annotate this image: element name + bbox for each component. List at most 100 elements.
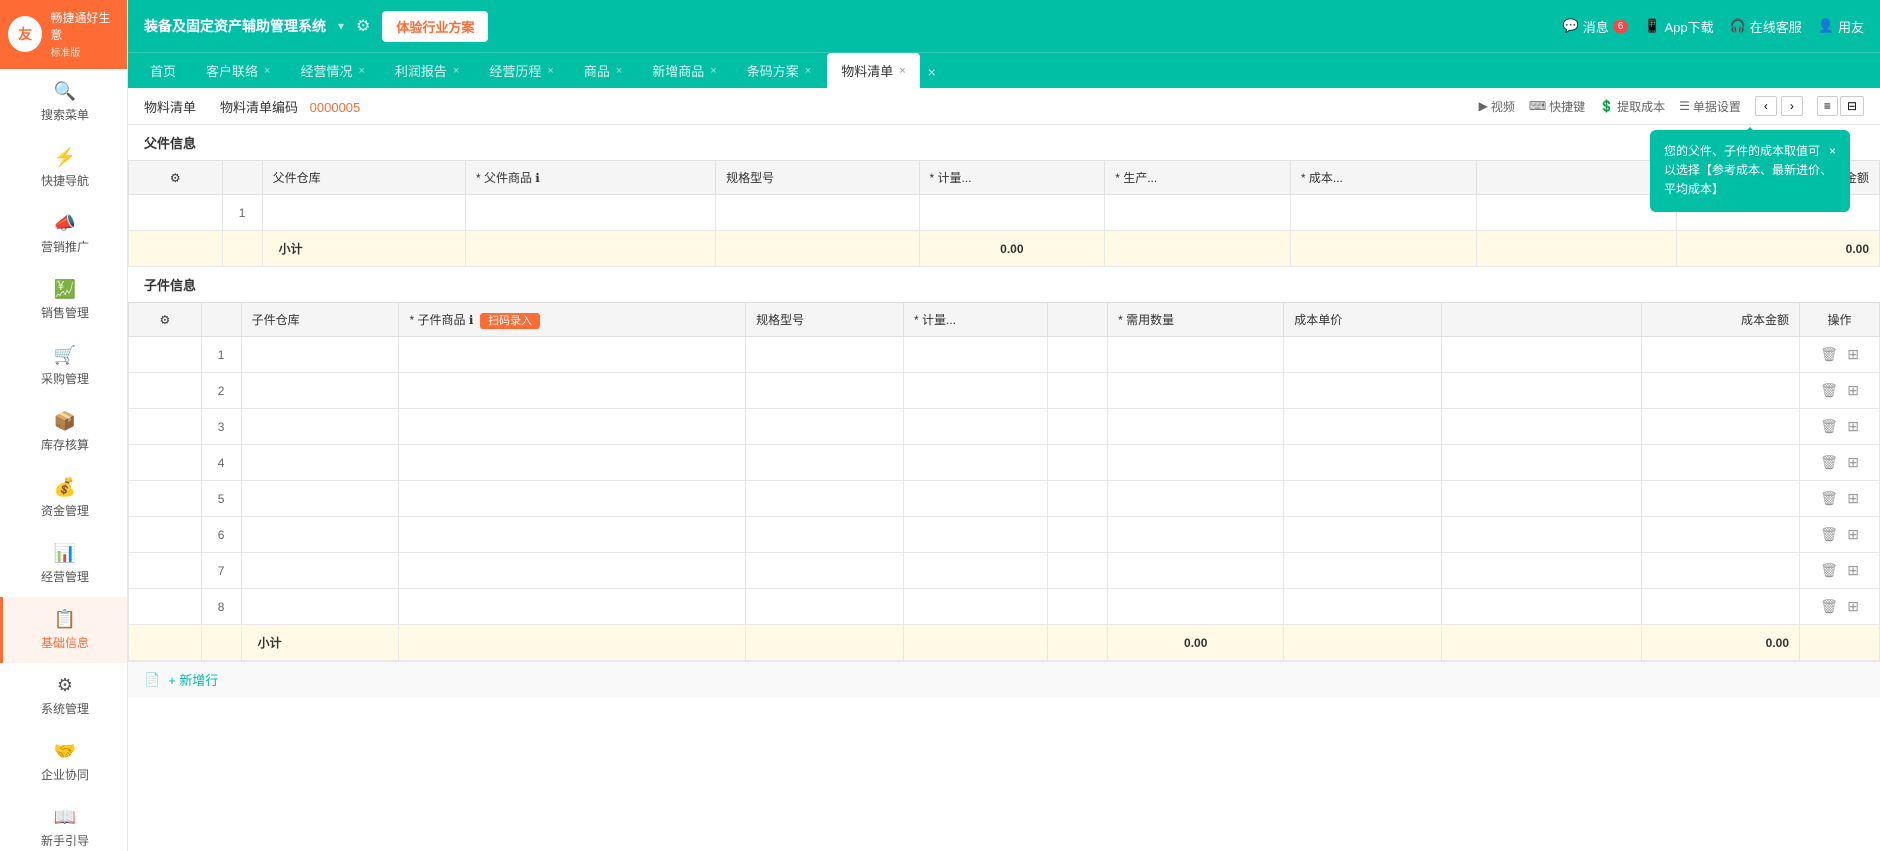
child-row6-qty[interactable] (1108, 517, 1284, 553)
sidebar-item-库存核算[interactable]: 📦库存核算 (0, 399, 127, 465)
tab-close-icon[interactable]: × (899, 65, 905, 77)
parent-col-settings[interactable]: ⚙ (129, 161, 223, 195)
child-row2-unit[interactable] (904, 373, 1048, 409)
child-row6-goods[interactable] (399, 517, 746, 553)
next-arrow[interactable]: › (1781, 96, 1803, 116)
child-row1-spec[interactable] (746, 337, 904, 373)
tab-首页[interactable]: 首页 (136, 53, 190, 88)
child-row5-spec[interactable] (746, 481, 904, 517)
sidebar-item-营销推广[interactable]: 📣营销推广 (0, 201, 127, 267)
child-row3-unit[interactable] (904, 409, 1048, 445)
tab-close-icon[interactable]: × (264, 65, 270, 77)
child-row5-goods[interactable] (399, 481, 746, 517)
delete-icon[interactable]: 🗑 (1820, 598, 1838, 614)
child-row8-spec[interactable] (746, 589, 904, 625)
child-row8-cost-amount[interactable] (1642, 589, 1800, 625)
parent-row1-goods[interactable] (465, 195, 715, 231)
shortcut-btn[interactable]: ⌨ 快捷键 (1529, 98, 1585, 115)
child-row1-cost-amount[interactable] (1642, 337, 1800, 373)
child-row4-unit[interactable] (904, 445, 1048, 481)
tab-商品[interactable]: 商品× (570, 53, 636, 88)
child-row8-goods[interactable] (399, 589, 746, 625)
tab-close-icon[interactable]: × (616, 65, 622, 77)
list-view-btn[interactable]: ⊟ (1840, 96, 1864, 116)
copy-icon[interactable]: ⊞ (1847, 598, 1859, 614)
add-row-btn[interactable]: + 新增行 (168, 670, 218, 689)
message-btn[interactable]: 💬 消息 6 (1563, 17, 1629, 36)
tab-条码方案[interactable]: 条码方案× (733, 53, 825, 88)
tab-close-icon[interactable]: × (547, 65, 553, 77)
copy-icon[interactable]: ⊞ (1847, 382, 1859, 398)
sidebar-item-搜索菜单[interactable]: 🔍搜索菜单 (0, 69, 127, 135)
sidebar-item-经营管理[interactable]: 📊经营管理 (0, 531, 127, 597)
parent-row1-unit[interactable] (919, 195, 1105, 231)
sidebar-item-企业协同[interactable]: 🤝企业协同 (0, 729, 127, 795)
copy-icon[interactable]: ⊞ (1847, 490, 1859, 506)
child-row6-warehouse[interactable] (241, 517, 399, 553)
copy-icon[interactable]: ⊞ (1847, 418, 1859, 434)
child-row2-goods[interactable] (399, 373, 746, 409)
child-row8-warehouse[interactable] (241, 589, 399, 625)
parent-row1-produce[interactable] (1105, 195, 1291, 231)
tab-物料清单[interactable]: 物料清单× (827, 53, 919, 88)
child-row6-unit[interactable] (904, 517, 1048, 553)
video-btn[interactable]: ▶ 视频 (1479, 98, 1515, 115)
child-row4-spec[interactable] (746, 445, 904, 481)
child-row8-unit-cost[interactable] (1284, 589, 1442, 625)
sidebar-item-新手引导[interactable]: 📖新手引导 (0, 795, 127, 851)
child-row7-spec[interactable] (746, 553, 904, 589)
trial-button[interactable]: 体验行业方案 (382, 11, 488, 42)
extract-cost-btn[interactable]: 💲 提取成本 (1599, 98, 1665, 115)
delete-icon[interactable]: 🗑 (1820, 526, 1838, 542)
child-row7-cost-amount[interactable] (1642, 553, 1800, 589)
child-row3-warehouse[interactable] (241, 409, 399, 445)
tab-close-icon[interactable]: × (710, 65, 716, 77)
sidebar-item-系统管理[interactable]: ⚙系统管理 (0, 663, 127, 729)
child-row1-unit[interactable] (904, 337, 1048, 373)
online-service-btn[interactable]: 🎧 在线客服 (1730, 17, 1802, 36)
child-col-settings[interactable]: ⚙ (129, 303, 202, 337)
child-row7-unit[interactable] (904, 553, 1048, 589)
tab-close-icon[interactable]: × (453, 65, 459, 77)
child-row2-warehouse[interactable] (241, 373, 399, 409)
sidebar-item-基础信息[interactable]: 📋基础信息 (0, 597, 127, 663)
child-row4-warehouse[interactable] (241, 445, 399, 481)
close-all-tabs-btn[interactable]: × (922, 56, 942, 88)
child-row1-qty[interactable] (1108, 337, 1284, 373)
tab-close-icon[interactable]: × (358, 65, 364, 77)
app-download-btn[interactable]: 📱 App下载 (1644, 17, 1713, 36)
gear-icon[interactable]: ⚙ (356, 16, 370, 36)
child-row1-unit-cost[interactable] (1284, 337, 1442, 373)
child-row1-goods[interactable] (399, 337, 746, 373)
child-row4-cost-amount[interactable] (1642, 445, 1800, 481)
child-row8-unit[interactable] (904, 589, 1048, 625)
copy-icon[interactable]: ⊞ (1847, 346, 1859, 362)
child-row5-qty[interactable] (1108, 481, 1284, 517)
child-row6-unit-cost[interactable] (1284, 517, 1442, 553)
sidebar-item-资金管理[interactable]: 💰资金管理 (0, 465, 127, 531)
copy-icon[interactable]: ⊞ (1847, 562, 1859, 578)
delete-icon[interactable]: 🗑 (1820, 346, 1838, 362)
grid-view-btn[interactable]: ≡ (1817, 96, 1838, 116)
prev-arrow[interactable]: ‹ (1755, 96, 1777, 116)
tab-经营情况[interactable]: 经营情况× (286, 53, 378, 88)
sidebar-item-采购管理[interactable]: 🛒采购管理 (0, 333, 127, 399)
child-row4-goods[interactable] (399, 445, 746, 481)
child-row7-unit-cost[interactable] (1284, 553, 1442, 589)
child-row3-spec[interactable] (746, 409, 904, 445)
delete-icon[interactable]: 🗑 (1820, 454, 1838, 470)
user-avatar[interactable]: 👤 用友 (1818, 17, 1864, 36)
child-row1-warehouse[interactable] (241, 337, 399, 373)
child-row5-cost-amount[interactable] (1642, 481, 1800, 517)
child-row5-unit-cost[interactable] (1284, 481, 1442, 517)
delete-icon[interactable]: 🗑 (1820, 382, 1838, 398)
sidebar-item-快捷导航[interactable]: ⚡快捷导航 (0, 135, 127, 201)
delete-icon[interactable]: 🗑 (1820, 562, 1838, 578)
single-settings-btn[interactable]: ☰ 单据设置 (1679, 98, 1741, 115)
child-row2-spec[interactable] (746, 373, 904, 409)
parent-row1-warehouse[interactable] (262, 195, 465, 231)
scan-badge[interactable]: 扫码录入 (480, 313, 540, 329)
sidebar-item-销售管理[interactable]: 💹销售管理 (0, 267, 127, 333)
tab-新增商品[interactable]: 新增商品× (638, 53, 730, 88)
child-row7-qty[interactable] (1108, 553, 1284, 589)
